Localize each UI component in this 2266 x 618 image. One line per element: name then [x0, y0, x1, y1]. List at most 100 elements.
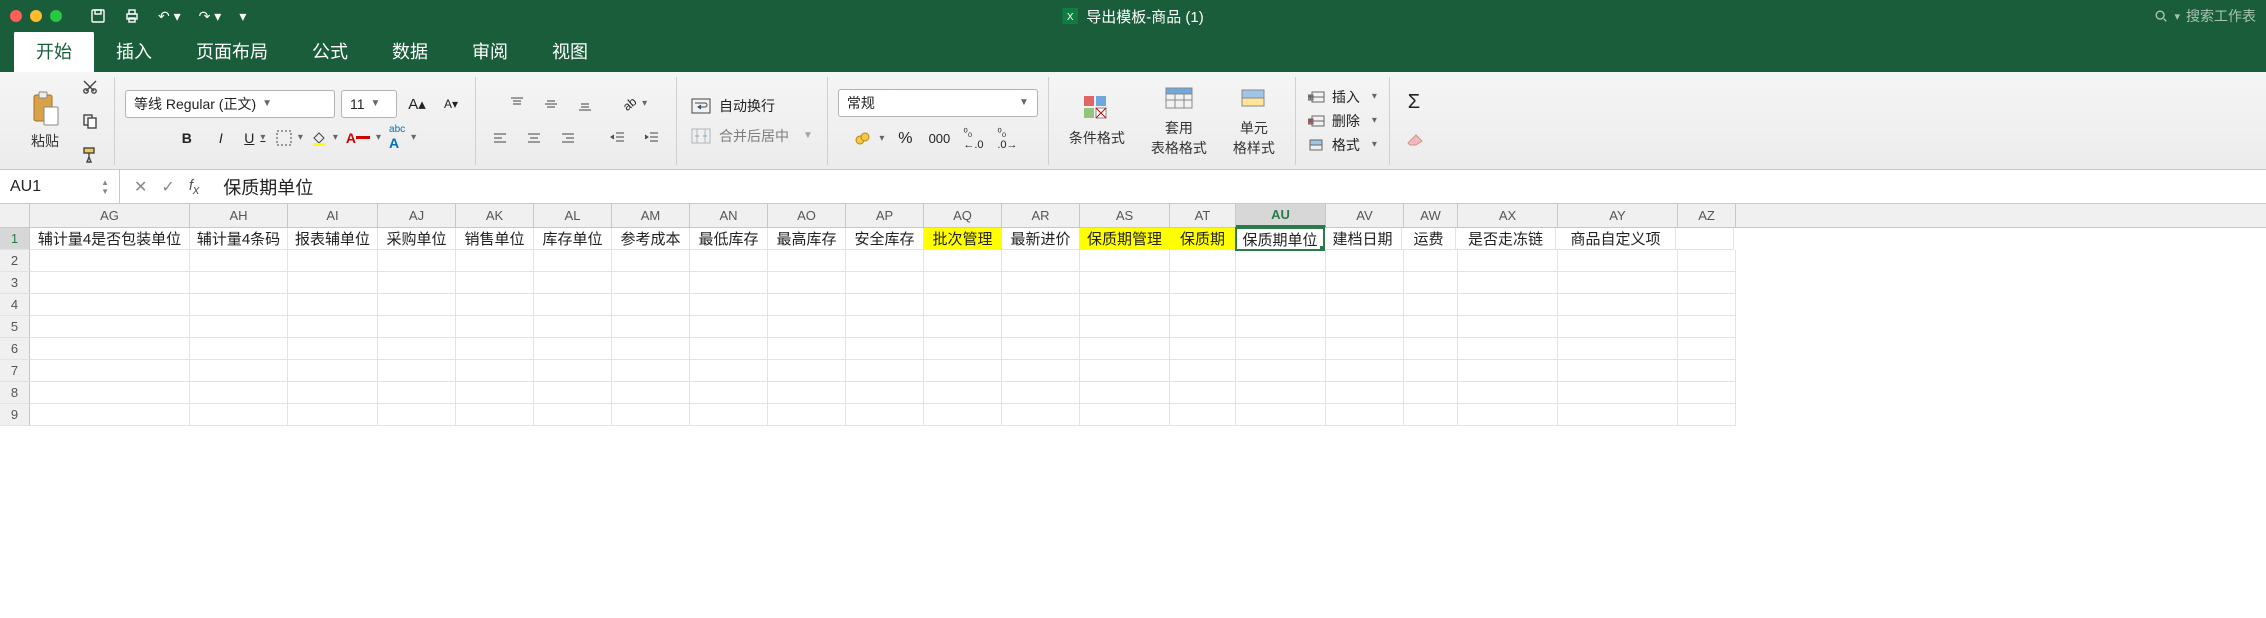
column-header-AS[interactable]: AS — [1080, 204, 1170, 227]
cell-AI7[interactable] — [288, 360, 378, 382]
cell-AN5[interactable] — [690, 316, 768, 338]
cell-AX6[interactable] — [1458, 338, 1558, 360]
cell-AS8[interactable] — [1080, 382, 1170, 404]
cell-AN3[interactable] — [690, 272, 768, 294]
cell-AT6[interactable] — [1170, 338, 1236, 360]
row-header-7[interactable]: 7 — [0, 360, 30, 382]
cell-AW7[interactable] — [1404, 360, 1458, 382]
cell-AO5[interactable] — [768, 316, 846, 338]
cell-AG2[interactable] — [30, 250, 190, 272]
cell-AK3[interactable] — [456, 272, 534, 294]
cell-AM1[interactable]: 参考成本 — [612, 228, 690, 250]
cell-AL3[interactable] — [534, 272, 612, 294]
cell-AG7[interactable] — [30, 360, 190, 382]
cell-AX9[interactable] — [1458, 404, 1558, 426]
cell-AP4[interactable] — [846, 294, 924, 316]
cell-AI8[interactable] — [288, 382, 378, 404]
cell-AG3[interactable] — [30, 272, 190, 294]
cell-AJ5[interactable] — [378, 316, 456, 338]
cell-AV8[interactable] — [1326, 382, 1404, 404]
cell-AQ5[interactable] — [924, 316, 1002, 338]
currency-button[interactable]: ▾ — [854, 125, 885, 153]
phonetic-button[interactable]: abcA▾ — [388, 124, 417, 152]
cell-AI5[interactable] — [288, 316, 378, 338]
cell-AH6[interactable] — [190, 338, 288, 360]
cell-AG1[interactable]: 辅计量4是否包装单位 — [30, 228, 190, 250]
search-sheet[interactable]: ▾ 搜索工作表 — [2154, 6, 2256, 26]
cell-AL1[interactable]: 库存单位 — [534, 228, 612, 250]
cell-AZ6[interactable] — [1678, 338, 1736, 360]
cell-AH4[interactable] — [190, 294, 288, 316]
save-icon[interactable] — [90, 8, 106, 24]
cell-AL2[interactable] — [534, 250, 612, 272]
column-header-AJ[interactable]: AJ — [378, 204, 456, 227]
row-header-3[interactable]: 3 — [0, 272, 30, 294]
cell-AM6[interactable] — [612, 338, 690, 360]
cell-AN9[interactable] — [690, 404, 768, 426]
cell-AU7[interactable] — [1236, 360, 1326, 382]
cell-AH3[interactable] — [190, 272, 288, 294]
cell-AH7[interactable] — [190, 360, 288, 382]
cell-AX3[interactable] — [1458, 272, 1558, 294]
cell-AO3[interactable] — [768, 272, 846, 294]
row-header-5[interactable]: 5 — [0, 316, 30, 338]
cell-AL7[interactable] — [534, 360, 612, 382]
cell-AG5[interactable] — [30, 316, 190, 338]
column-header-AI[interactable]: AI — [288, 204, 378, 227]
row-header-8[interactable]: 8 — [0, 382, 30, 404]
cell-AZ4[interactable] — [1678, 294, 1736, 316]
cell-AU8[interactable] — [1236, 382, 1326, 404]
cell-AS3[interactable] — [1080, 272, 1170, 294]
align-top-button[interactable] — [503, 90, 531, 118]
cell-AM4[interactable] — [612, 294, 690, 316]
increase-decimal-button[interactable]: ⁰₀←.0 — [959, 125, 987, 153]
redo-icon[interactable]: ↷ ▾ — [199, 8, 222, 25]
cell-AH2[interactable] — [190, 250, 288, 272]
cell-AR7[interactable] — [1002, 360, 1080, 382]
cell-AW1[interactable]: 运费 — [1402, 228, 1456, 250]
cell-AY8[interactable] — [1558, 382, 1678, 404]
wrap-text-button[interactable]: 自动换行 — [691, 96, 775, 116]
row-header-2[interactable]: 2 — [0, 250, 30, 272]
close-window-button[interactable] — [10, 10, 22, 22]
cell-AG6[interactable] — [30, 338, 190, 360]
cell-AX1[interactable]: 是否走冻链 — [1456, 228, 1556, 250]
cell-AH1[interactable]: 辅计量4条码 — [190, 228, 288, 250]
column-header-AR[interactable]: AR — [1002, 204, 1080, 227]
zoom-window-button[interactable] — [50, 10, 62, 22]
cell-AN4[interactable] — [690, 294, 768, 316]
cell-AZ2[interactable] — [1678, 250, 1736, 272]
cell-AI2[interactable] — [288, 250, 378, 272]
paste-button[interactable]: 粘贴 — [20, 87, 70, 155]
column-header-AK[interactable]: AK — [456, 204, 534, 227]
cell-AW9[interactable] — [1404, 404, 1458, 426]
cell-AP6[interactable] — [846, 338, 924, 360]
name-box-stepper[interactable]: ▲▼ — [101, 178, 109, 196]
cell-AO1[interactable]: 最高库存 — [768, 228, 846, 250]
cell-AK6[interactable] — [456, 338, 534, 360]
column-header-AW[interactable]: AW — [1404, 204, 1458, 227]
cell-AW8[interactable] — [1404, 382, 1458, 404]
align-left-button[interactable] — [486, 124, 514, 152]
decrease-font-button[interactable]: A▾ — [437, 90, 465, 118]
tab-数据[interactable]: 数据 — [370, 30, 450, 72]
increase-font-button[interactable]: A▴ — [403, 90, 431, 118]
row-header-6[interactable]: 6 — [0, 338, 30, 360]
align-center-button[interactable] — [520, 124, 548, 152]
cell-AJ8[interactable] — [378, 382, 456, 404]
cell-AW5[interactable] — [1404, 316, 1458, 338]
cell-AJ3[interactable] — [378, 272, 456, 294]
cell-AQ8[interactable] — [924, 382, 1002, 404]
cell-AX7[interactable] — [1458, 360, 1558, 382]
cell-AK9[interactable] — [456, 404, 534, 426]
cell-AO4[interactable] — [768, 294, 846, 316]
cell-AI4[interactable] — [288, 294, 378, 316]
cell-AU3[interactable] — [1236, 272, 1326, 294]
borders-button[interactable]: ▾ — [275, 124, 304, 152]
cell-AR2[interactable] — [1002, 250, 1080, 272]
cell-AY9[interactable] — [1558, 404, 1678, 426]
cell-AN8[interactable] — [690, 382, 768, 404]
cell-AU5[interactable] — [1236, 316, 1326, 338]
number-format-combo[interactable]: 常规▼ — [838, 89, 1038, 117]
cell-AQ1[interactable]: 批次管理 — [924, 228, 1002, 250]
